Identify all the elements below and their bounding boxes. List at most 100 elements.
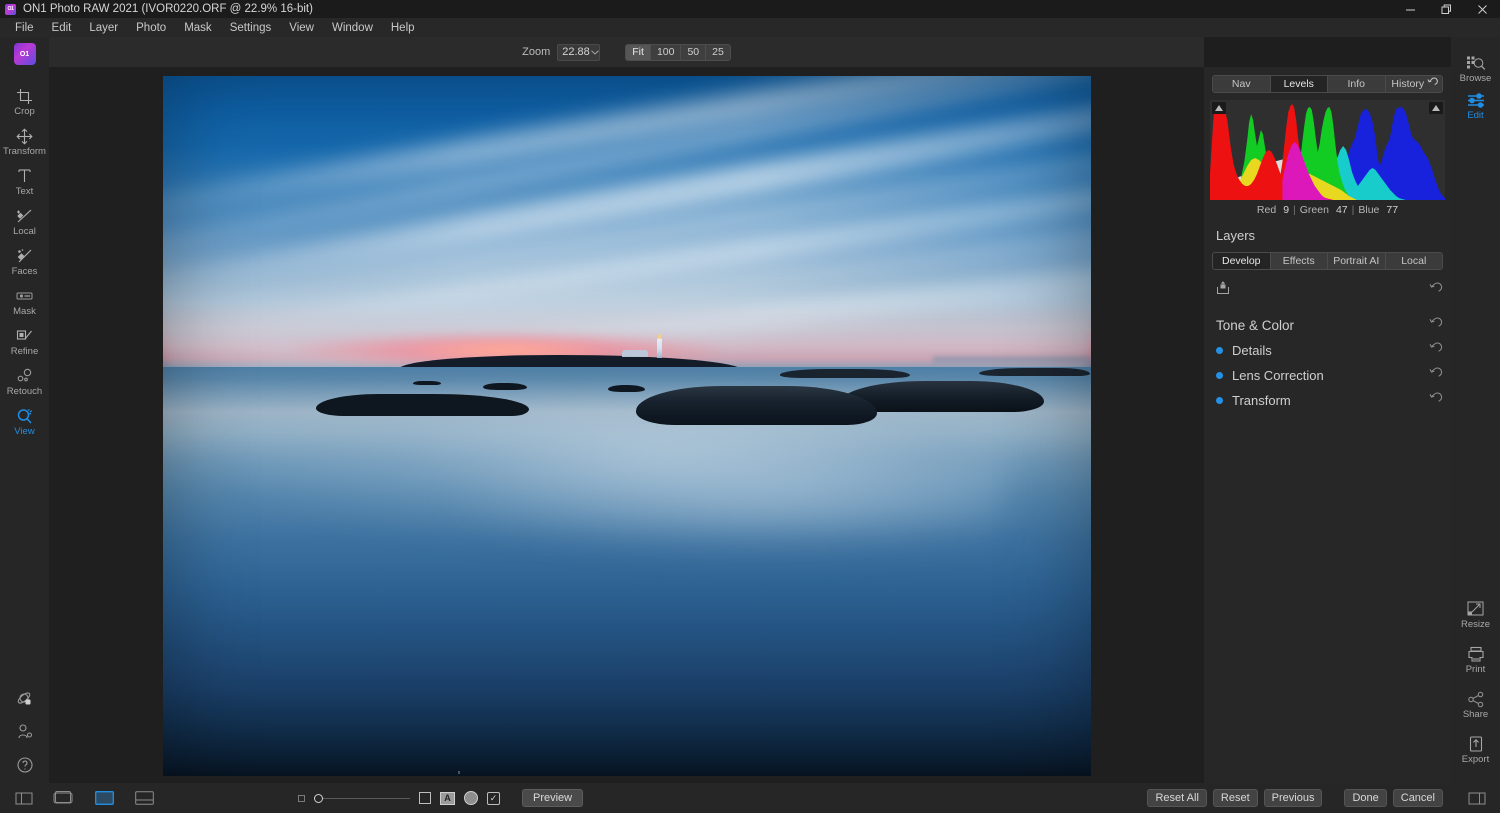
menu-layer[interactable]: Layer xyxy=(80,20,127,36)
reset-icon[interactable] xyxy=(1428,316,1443,335)
menu-settings[interactable]: Settings xyxy=(221,20,281,36)
menu-help[interactable]: Help xyxy=(382,20,424,36)
help-icon[interactable] xyxy=(15,755,35,775)
zoom-label: Zoom xyxy=(522,46,551,58)
clipping-right-indicator[interactable] xyxy=(1429,102,1443,114)
enabled-dot-icon[interactable] xyxy=(1216,397,1223,404)
single-view-icon[interactable] xyxy=(94,790,114,806)
rail-edit[interactable]: Edit xyxy=(1451,84,1500,121)
print-icon xyxy=(1465,645,1487,663)
opacity-slider[interactable] xyxy=(314,793,410,803)
sync-settings-icon[interactable] xyxy=(15,689,35,709)
rail-print[interactable]: Print xyxy=(1451,638,1500,675)
zoom-preset-50[interactable]: 50 xyxy=(681,44,707,60)
zoom-preset-25[interactable]: 25 xyxy=(706,44,730,60)
chevron-down-icon[interactable] xyxy=(590,44,599,61)
rail-export[interactable]: Export xyxy=(1451,728,1500,765)
square-mask-icon[interactable] xyxy=(419,792,431,804)
tool-view[interactable]: View xyxy=(0,399,49,439)
cancel-button[interactable]: Cancel xyxy=(1392,789,1443,807)
reset-icon[interactable] xyxy=(1428,281,1443,300)
left-panel-toggle-icon[interactable] xyxy=(14,790,34,806)
tool-transform[interactable]: Transform xyxy=(0,119,49,159)
close-icon[interactable] xyxy=(1464,0,1500,18)
tool-mask[interactable]: Mask xyxy=(0,279,49,319)
circle-mask-icon[interactable] xyxy=(464,791,478,805)
zoom-input[interactable]: 22.88 xyxy=(557,43,601,61)
enabled-dot-icon[interactable] xyxy=(1216,347,1223,354)
layers-heading: Layers xyxy=(1216,228,1256,243)
menu-photo[interactable]: Photo xyxy=(127,20,175,36)
filmstrip-icon[interactable] xyxy=(53,790,74,806)
tool-crop[interactable]: Crop xyxy=(0,79,49,119)
check-mask-icon[interactable]: ✓ xyxy=(487,791,500,805)
clipping-triangle-icon xyxy=(1215,105,1223,111)
menu-view[interactable]: View xyxy=(280,20,323,36)
photo-edge-mark xyxy=(457,771,460,774)
section-transform[interactable]: Transform xyxy=(1216,388,1443,413)
tab-nav[interactable]: Nav xyxy=(1213,76,1271,92)
reset-icon[interactable] xyxy=(1428,366,1443,385)
levels-histogram[interactable] xyxy=(1210,100,1445,200)
rock-formation xyxy=(635,386,878,426)
image-canvas[interactable] xyxy=(49,67,1204,783)
section-details-label: Details xyxy=(1232,343,1272,358)
bottom-right-buttons: Reset All Reset Previous Done Cancel xyxy=(1147,789,1500,807)
water-reflection xyxy=(440,440,998,552)
share-icon xyxy=(1465,690,1487,708)
tab-levels[interactable]: Levels xyxy=(1270,76,1328,92)
reset-button[interactable]: Reset xyxy=(1212,789,1258,807)
right-panel-toggle-icon[interactable] xyxy=(1467,790,1487,806)
tool-faces[interactable]: Faces xyxy=(0,239,49,279)
panel-tab-group: Nav Levels Info History xyxy=(1212,75,1443,93)
retouch-icon xyxy=(15,367,35,385)
menu-edit[interactable]: Edit xyxy=(43,20,81,36)
zoom-preset-100[interactable]: 100 xyxy=(650,44,682,60)
reset-icon[interactable] xyxy=(1428,391,1443,410)
histogram-readout: Red 9 | Green 47 | Blue 77 xyxy=(1204,204,1451,216)
compare-view-icon[interactable] xyxy=(134,790,154,806)
minimize-icon[interactable] xyxy=(1392,0,1428,18)
menu-mask[interactable]: Mask xyxy=(175,20,220,36)
zoom-preset-fit[interactable]: Fit xyxy=(626,44,651,60)
rail-resize[interactable]: Resize xyxy=(1451,593,1500,630)
module-badge-icon[interactable]: O1 xyxy=(13,43,36,65)
mini-square-icon[interactable] xyxy=(298,794,305,802)
tab-portrait-ai[interactable]: Portrait AI xyxy=(1328,253,1386,269)
tab-develop[interactable]: Develop xyxy=(1213,253,1271,269)
section-lens-correction[interactable]: Lens Correction xyxy=(1216,363,1443,388)
tool-text[interactable]: Text xyxy=(0,159,49,199)
menu-file[interactable]: File xyxy=(6,20,43,36)
a-mask-button[interactable]: A xyxy=(440,791,455,805)
rail-browse[interactable]: Browse xyxy=(1451,47,1500,84)
section-tone-and-color[interactable]: Tone & Color xyxy=(1216,313,1443,338)
account-icon[interactable] xyxy=(15,722,35,742)
title-bar: O1 ON1 Photo RAW 2021 (IVOR0220.ORF @ 22… xyxy=(0,0,1500,18)
clipping-left-indicator[interactable] xyxy=(1212,102,1226,114)
reset-all-button[interactable]: Reset All xyxy=(1147,789,1207,807)
text-icon xyxy=(15,167,35,185)
right-rail: Browse Edit Resize Print Share Export xyxy=(1451,37,1500,783)
section-details[interactable]: Details xyxy=(1216,338,1443,363)
rail-share[interactable]: Share xyxy=(1451,683,1500,720)
tool-local[interactable]: Local xyxy=(0,199,49,239)
add-preset-icon[interactable] xyxy=(1216,281,1230,300)
tool-refine[interactable]: Refine xyxy=(0,319,49,359)
distant-coastline xyxy=(932,356,1091,363)
restore-icon[interactable] xyxy=(1428,0,1464,18)
tab-local[interactable]: Local xyxy=(1385,253,1442,269)
reset-icon[interactable] xyxy=(1428,341,1443,360)
tool-retouch[interactable]: Retouch xyxy=(0,359,49,399)
menu-window[interactable]: Window xyxy=(323,20,382,36)
enabled-dot-icon[interactable] xyxy=(1216,372,1223,379)
photo-preview[interactable] xyxy=(162,76,1091,776)
tab-history[interactable]: History xyxy=(1385,76,1442,92)
slider-track[interactable] xyxy=(323,797,410,799)
slider-handle[interactable] xyxy=(314,793,323,803)
tab-info[interactable]: Info xyxy=(1328,76,1386,92)
previous-button[interactable]: Previous xyxy=(1263,789,1323,807)
tab-effects[interactable]: Effects xyxy=(1270,253,1328,269)
preview-button[interactable]: Preview xyxy=(522,789,584,807)
done-button[interactable]: Done xyxy=(1344,789,1387,807)
window-title: ON1 Photo RAW 2021 (IVOR0220.ORF @ 22.9%… xyxy=(23,3,313,15)
